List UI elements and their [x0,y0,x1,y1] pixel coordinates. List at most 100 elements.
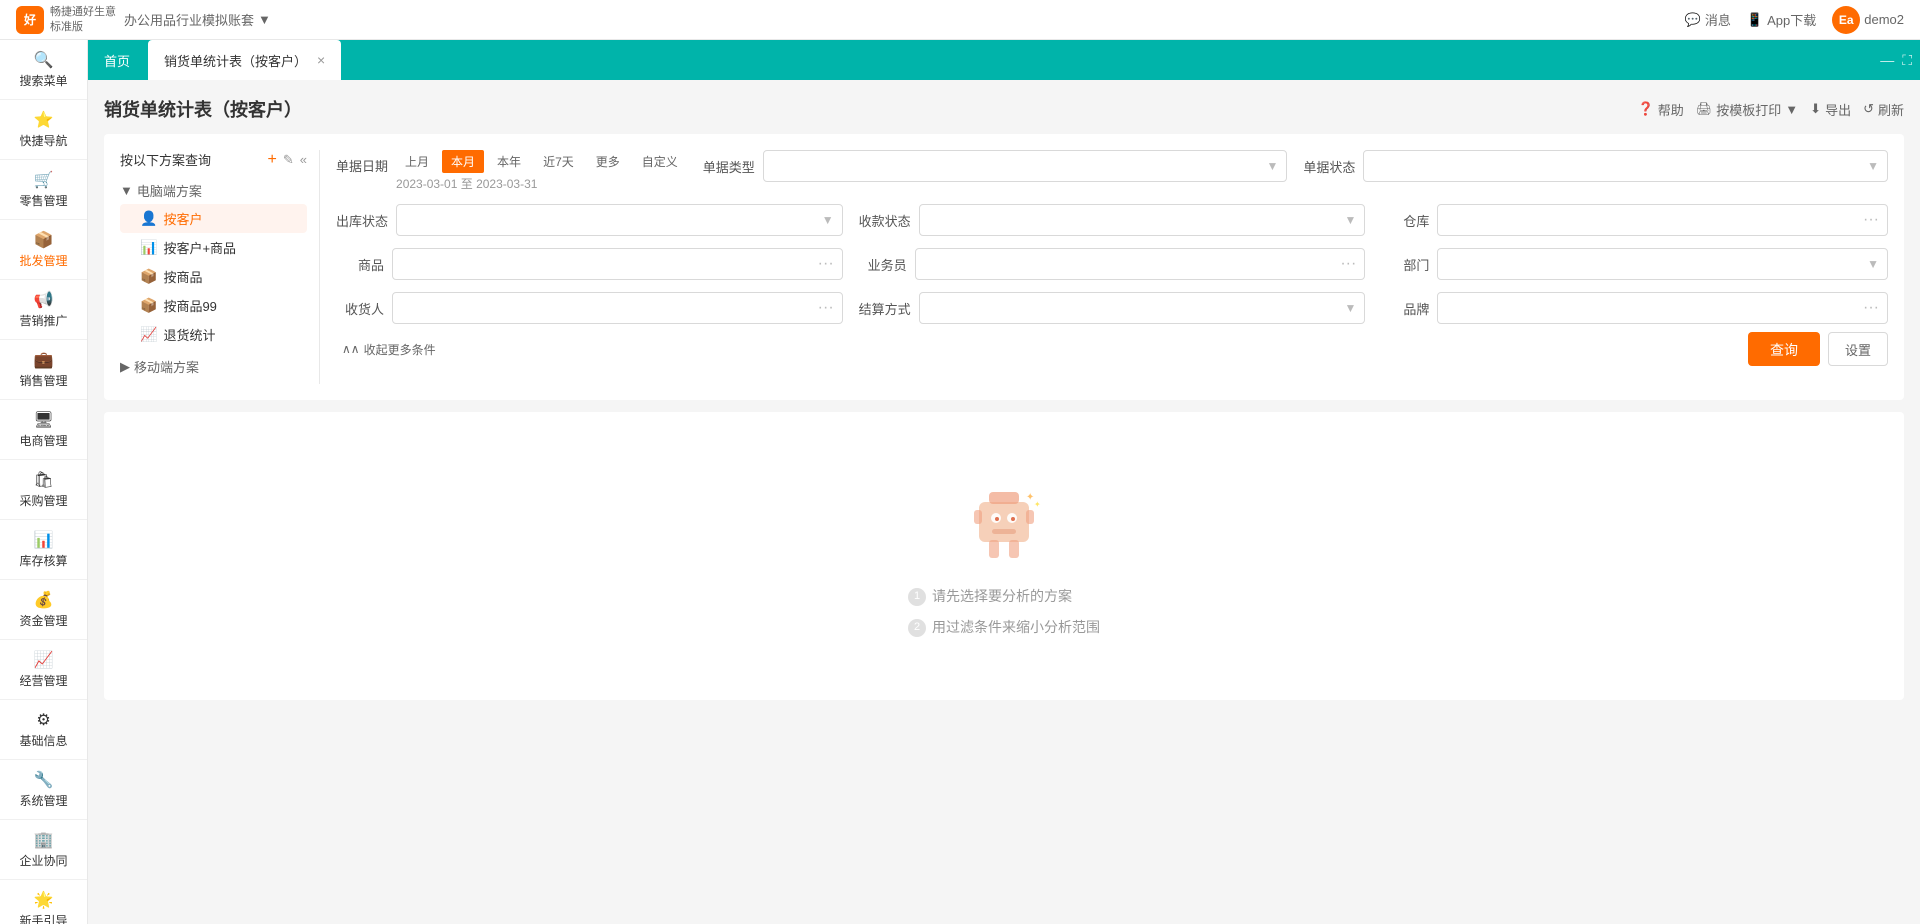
print-arrow: ▼ [1785,102,1798,117]
salesperson-select[interactable]: ··· [915,248,1366,280]
tab-maximize-button[interactable]: ⛶ [1902,52,1912,69]
out-status-select[interactable]: ▼ [396,204,843,236]
retail-icon: 🛒 [0,170,87,190]
sidebar-item-quick-nav[interactable]: ⭐ 快捷导航 [0,100,87,160]
message-button[interactable]: 💬 消息 [1685,10,1731,29]
sidebar-item-operations[interactable]: 📈 经营管理 [0,640,87,700]
collapse-button[interactable]: ∧∧ 收起更多条件 [336,335,442,364]
help-button[interactable]: ❓ 帮助 [1638,100,1684,119]
order-status-select[interactable]: ▼ [1363,150,1888,182]
date-tab-this-year[interactable]: 本年 [488,150,530,173]
settings-button[interactable]: 设置 [1828,332,1888,366]
scheme-item-by-product[interactable]: 📦 按商品 [120,262,307,291]
department-filter: 部门 ▼ [1381,248,1888,280]
scheme-item-by-customer-product[interactable]: 📊 按客户+商品 [120,233,307,262]
sidebar-item-inventory[interactable]: 📊 库存核算 [0,520,87,580]
payment-select[interactable]: ▼ [919,292,1366,324]
scheme-item-by-customer[interactable]: 👤 按客户 [120,204,307,233]
export-button[interactable]: ⬇ 导出 [1810,100,1851,119]
salesperson-dots: ··· [1340,255,1356,273]
empty-state: ✦ ✦ 1 请先选择要分析的方案 2 用过滤条件来缩小分析范围 [104,412,1904,700]
return-icon: 📈 [140,326,157,343]
empty-illustration: ✦ ✦ [954,472,1054,572]
page-actions: ❓ 帮助 🖨 按模板打印 ▼ ⬇ 导出 ↺ [1638,100,1904,119]
sidebar-item-finance[interactable]: 💰 资金管理 [0,580,87,640]
sidebar-item-retail[interactable]: 🛒 零售管理 [0,160,87,220]
order-status-filter: 单据状态 ▼ [1303,150,1888,182]
product-icon: 📦 [140,268,157,285]
tab-active[interactable]: 销货单统计表（按客户） × [148,40,341,80]
tab-close-button[interactable]: × [317,52,325,68]
refresh-button[interactable]: ↺ 刷新 [1863,100,1904,119]
department-select[interactable]: ▼ [1437,248,1888,280]
scheme-item-return-stats[interactable]: 📈 退货统计 [120,320,307,349]
user-menu-button[interactable]: Ea demo2 [1832,6,1904,34]
date-tab-more[interactable]: 更多 [587,150,629,173]
scheme-group-desktop: ▼ 电脑端方案 👤 按客户 📊 按客户+商品 [120,177,307,349]
date-tab-7days[interactable]: 近7天 [534,150,583,173]
finance-icon: 💰 [0,590,87,610]
refresh-icon: ↺ [1863,101,1874,117]
logo-text: 畅捷通好生意 标准版 [50,5,116,34]
date-tab-custom[interactable]: 自定义 [633,150,687,173]
page-header: 销货单统计表（按客户） ❓ 帮助 🖨 按模板打印 ▼ ⬇ [104,96,1904,122]
sidebar-item-guide[interactable]: 🌟 新手引导 [0,880,87,924]
receipt-status-select[interactable]: ▼ [919,204,1366,236]
sidebar-item-sales[interactable]: 💼 销售管理 [0,340,87,400]
app-download-button[interactable]: 📱 App下载 [1747,10,1816,29]
consignee-filter: 收货人 ··· [336,292,843,324]
page-title: 销货单统计表（按客户） [104,96,302,122]
scheme-edit-button[interactable]: ✎ [283,152,294,168]
tab-bar: 首页 销货单统计表（按客户） × — ⛶ [88,40,1920,80]
salesperson-filter: 业务员 ··· [859,248,1366,280]
scheme-collapse-button[interactable]: « [300,152,307,167]
sidebar-item-marketing[interactable]: 📢 营销推广 [0,280,87,340]
print-button[interactable]: 🖨 按模板打印 ▼ [1696,100,1798,119]
receipt-status-filter: 收款状态 ▼ [859,204,1366,236]
download-icon: 📱 [1747,12,1763,28]
message-icon: 💬 [1685,12,1701,28]
brand-dots: ··· [1863,299,1879,317]
date-filter: 单据日期 上月 本月 本年 近7天 更多 自定义 [336,150,687,192]
empty-tips: 1 请先选择要分析的方案 2 用过滤条件来缩小分析范围 [908,584,1100,640]
brand-select[interactable]: ··· [1437,292,1888,324]
enterprise-icon: 🏢 [0,830,87,850]
breadcrumb-selector[interactable]: 办公用品行业模拟账套 ▼ [124,10,271,29]
basic-icon: ⚙ [0,710,87,730]
scheme-header-actions: + ✎ « [268,151,307,169]
product-select[interactable]: ··· [392,248,843,280]
scheme-add-button[interactable]: + [268,151,277,169]
empty-tip-1: 1 请先选择要分析的方案 [908,584,1100,609]
sidebar-item-enterprise[interactable]: 🏢 企业协同 [0,820,87,880]
sidebar-item-wholesale[interactable]: 📦 批发管理 [0,220,87,280]
scheme-group-mobile: ▶ 移动端方案 [120,353,307,380]
svg-text:✦: ✦ [1034,500,1041,509]
query-button[interactable]: 查询 [1748,332,1820,366]
date-tab-this-month[interactable]: 本月 [442,150,484,173]
product99-icon: 📦 [140,297,157,314]
tab-minimize-button[interactable]: — [1880,52,1894,68]
customer-product-icon: 📊 [140,239,157,256]
scheme-header: 按以下方案查询 + ✎ « [120,150,307,169]
scheme-item-by-product99[interactable]: 📦 按商品99 [120,291,307,320]
scheme-sidebar: 按以下方案查询 + ✎ « ▼ [120,150,320,384]
department-arrow: ▼ [1867,257,1879,271]
sidebar-item-search[interactable]: 🔍 搜索菜单 [0,40,87,100]
sidebar-item-ecommerce[interactable]: 🖥 电商管理 [0,400,87,460]
sidebar-item-basic[interactable]: ⚙ 基础信息 [0,700,87,760]
logo: 好 畅捷通好生意 标准版 [16,5,116,34]
order-type-select[interactable]: ▼ [763,150,1288,182]
tab-home[interactable]: 首页 [88,40,146,80]
date-range: 2023-03-01 至 2023-03-31 [396,175,687,192]
consignee-select[interactable]: ··· [392,292,843,324]
date-tab-last-month[interactable]: 上月 [396,150,438,173]
scheme-group-mobile-title[interactable]: ▶ 移动端方案 [120,353,307,380]
payment-filter: 结算方式 ▼ [859,292,1366,324]
scheme-group-desktop-title[interactable]: ▼ 电脑端方案 [120,177,307,204]
help-icon: ❓ [1638,101,1654,117]
logo-icon: 好 [16,6,44,34]
sidebar-item-system[interactable]: 🔧 系统管理 [0,760,87,820]
search-icon: 🔍 [0,50,87,70]
sidebar-item-purchase[interactable]: 🛍 采购管理 [0,460,87,520]
warehouse-select[interactable]: ··· [1437,204,1888,236]
